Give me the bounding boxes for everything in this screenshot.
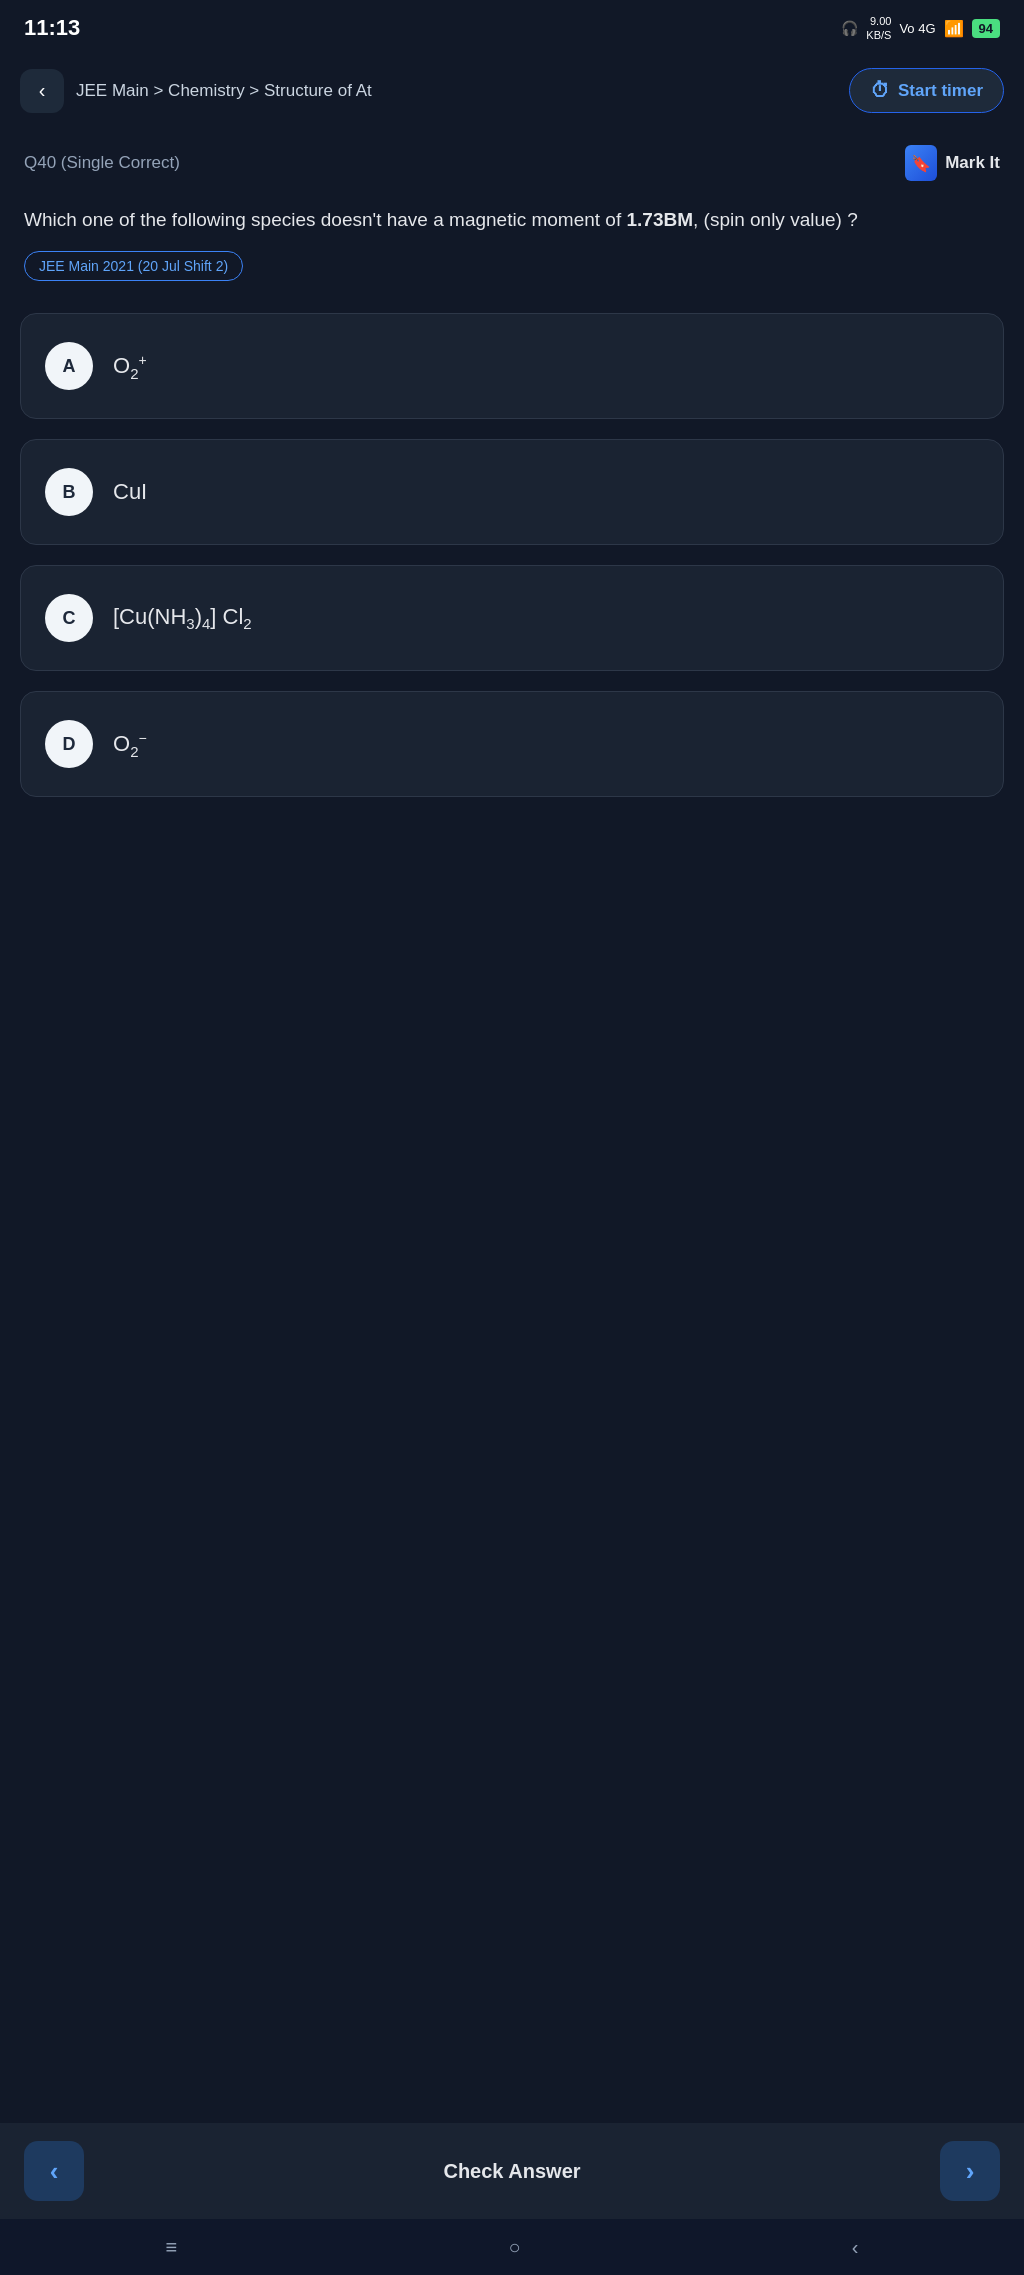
mark-it-button[interactable]: 🔖 Mark It [905, 145, 1000, 181]
option-b-letter: B [45, 468, 93, 516]
options-container: A O2+ B CuI C [Cu(NH3)4] Cl2 D O2− [0, 305, 1024, 805]
back-button[interactable]: ‹ [20, 69, 64, 113]
timer-icon: ⏱ [870, 79, 890, 102]
option-a-content: O2+ [113, 352, 147, 382]
home-icon: ○ [508, 2236, 520, 2258]
option-d-letter: D [45, 720, 93, 768]
start-timer-button[interactable]: ⏱ Start timer [849, 68, 1004, 113]
battery-level: 94 [972, 19, 1000, 38]
option-b-content: CuI [113, 479, 147, 505]
question-header: Q40 (Single Correct) 🔖 Mark It [0, 129, 1024, 193]
option-a[interactable]: A O2+ [20, 313, 1004, 419]
tag-container: JEE Main 2021 (20 Jul Shift 2) [0, 251, 1024, 305]
header-nav: ‹ JEE Main > Chemistry > Structure of At… [0, 52, 1024, 129]
bookmark-icon: 🔖 [905, 145, 937, 181]
option-c-content: [Cu(NH3)4] Cl2 [113, 604, 252, 632]
check-answer-button[interactable]: Check Answer [443, 2160, 580, 2183]
option-a-letter: A [45, 342, 93, 390]
system-nav: ≡ ○ ‹ [0, 2219, 1024, 2275]
timer-label: Start timer [898, 81, 983, 101]
option-b[interactable]: B CuI [20, 439, 1004, 545]
breadcrumb: JEE Main > Chemistry > Structure of At [76, 81, 372, 101]
option-d[interactable]: D O2− [20, 691, 1004, 797]
question-id: Q40 (Single Correct) [24, 153, 180, 173]
back-icon: ‹ [39, 79, 46, 102]
status-time: 11:13 [24, 15, 80, 41]
system-back-button[interactable]: ‹ [828, 2228, 883, 2267]
next-button[interactable]: › [940, 2141, 1000, 2201]
signal-icon: 📶 [944, 19, 964, 38]
check-answer-label: Check Answer [443, 2160, 580, 2182]
next-icon: › [966, 2156, 975, 2187]
mark-it-label: Mark It [945, 153, 1000, 173]
menu-button[interactable]: ≡ [142, 2228, 202, 2267]
question-text: Which one of the following species doesn… [0, 193, 1024, 251]
nav-left: ‹ JEE Main > Chemistry > Structure of At [20, 69, 372, 113]
bottom-bar: ‹ Check Answer › [0, 2123, 1024, 2219]
option-c[interactable]: C [Cu(NH3)4] Cl2 [20, 565, 1004, 671]
kb-speed: 9.00KB/S [866, 14, 891, 43]
prev-button[interactable]: ‹ [24, 2141, 84, 2201]
option-c-letter: C [45, 594, 93, 642]
system-back-icon: ‹ [852, 2236, 859, 2258]
network-type: Vo 4G [899, 21, 935, 36]
menu-icon: ≡ [166, 2236, 178, 2258]
status-bar: 11:13 🎧 9.00KB/S Vo 4G 📶 94 [0, 0, 1024, 52]
option-d-content: O2− [113, 730, 147, 760]
question-tag: JEE Main 2021 (20 Jul Shift 2) [24, 251, 243, 281]
home-button[interactable]: ○ [484, 2228, 544, 2267]
prev-icon: ‹ [50, 2156, 59, 2187]
headphone-icon: 🎧 [841, 20, 858, 36]
status-icons: 🎧 9.00KB/S Vo 4G 📶 94 [841, 14, 1000, 43]
